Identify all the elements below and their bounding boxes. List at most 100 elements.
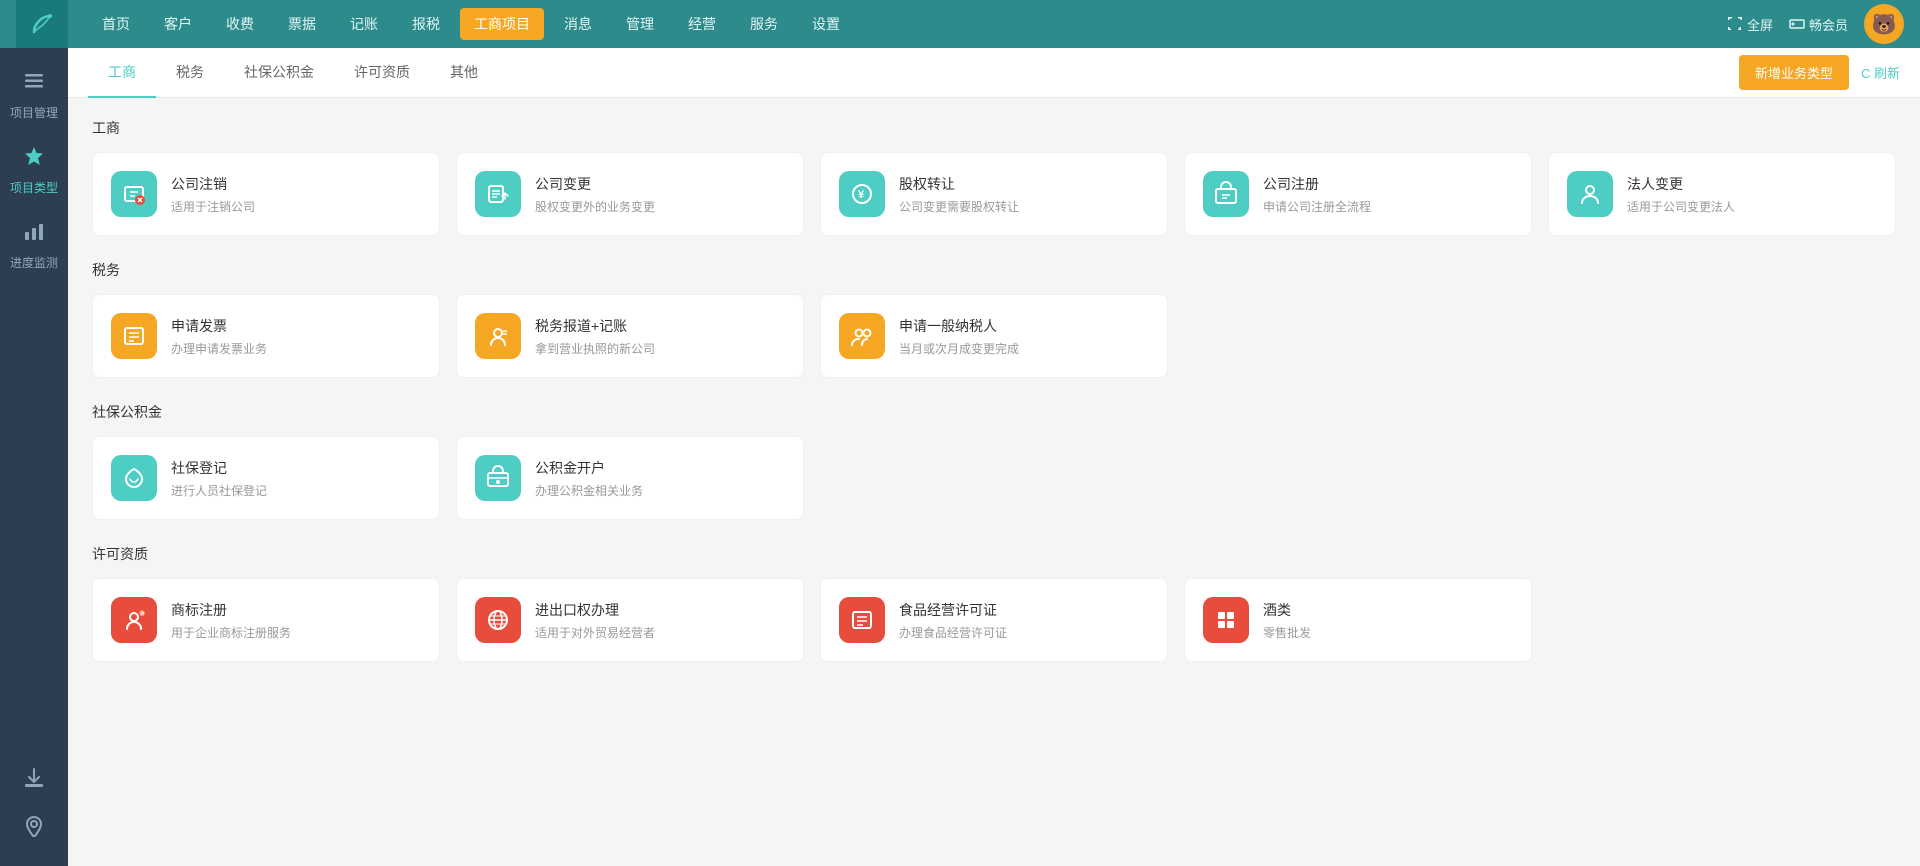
star-icon [23, 145, 45, 173]
nav-home[interactable]: 首页 [88, 8, 144, 40]
card-text-equity-transfer: 股权转让 公司变更需要股权转让 [899, 174, 1019, 215]
card-desc-import-export: 适用于对外贸易经营者 [535, 624, 655, 641]
fullscreen-btn[interactable]: 全屏 [1727, 15, 1773, 34]
card-title-import-export: 进出口权办理 [535, 600, 655, 620]
nav-invoice[interactable]: 票据 [274, 8, 330, 40]
download-icon[interactable] [14, 758, 54, 798]
tabs-actions: 新增业务类型 C 刷新 [1739, 55, 1900, 90]
card-icon-alcohol [1203, 597, 1249, 643]
tab-shuiwu[interactable]: 税务 [156, 48, 224, 98]
sidebar-item-progress[interactable]: 进度监测 [0, 208, 68, 283]
card-text-trademark: 商标注册 用于企业商标注册服务 [171, 600, 291, 641]
tab-xuke[interactable]: 许可资质 [334, 48, 430, 98]
card-company-cancel[interactable]: 公司注销 适用于注销公司 [92, 152, 440, 236]
cards-grid-shuiwu: 申请发票 办理申请发票业务 [92, 294, 1896, 378]
section-title-xuke: 许可资质 [92, 544, 1896, 564]
main-layout: 项目管理 项目类型 进度监测 [0, 48, 1920, 866]
card-text-general-taxpayer: 申请一般纳税人 当月或次月成变更完成 [899, 316, 1019, 357]
nav-tax[interactable]: 报税 [398, 8, 454, 40]
card-text-legal-change: 法人变更 适用于公司变更法人 [1627, 174, 1735, 215]
sidebar-item-project-type[interactable]: 项目类型 [0, 133, 68, 208]
card-general-taxpayer[interactable]: 申请一般纳税人 当月或次月成变更完成 [820, 294, 1168, 378]
card-text-food-license: 食品经营许可证 办理食品经营许可证 [899, 600, 1007, 641]
sidebar-item-project-manage[interactable]: 项目管理 [0, 58, 68, 133]
list-icon [23, 70, 45, 98]
card-icon-import-export [475, 597, 521, 643]
nav-operation[interactable]: 经营 [674, 8, 730, 40]
new-type-button[interactable]: 新增业务类型 [1739, 55, 1849, 90]
card-title-general-taxpayer: 申请一般纳税人 [899, 316, 1019, 336]
tab-shebao[interactable]: 社保公积金 [224, 48, 334, 98]
card-title-alcohol: 酒类 [1263, 600, 1311, 620]
nav-message[interactable]: 消息 [550, 8, 606, 40]
card-icon-apply-invoice [111, 313, 157, 359]
mascot-avatar[interactable]: 🐻 [1864, 4, 1904, 44]
card-title-company-cancel: 公司注销 [171, 174, 255, 194]
card-title-social-security: 社保登记 [171, 458, 267, 478]
location-icon[interactable] [14, 806, 54, 846]
tab-gongshang[interactable]: 工商 [88, 48, 156, 98]
card-desc-provident-fund: 办理公积金相关业务 [535, 482, 643, 499]
cards-grid-xuke: R 商标注册 用于企业商标注册服务 [92, 578, 1896, 662]
card-icon-company-cancel [111, 171, 157, 217]
nav-items: 首页 客户 收费 票据 记账 报税 工商项目 消息 管理 经营 服务 设置 [88, 8, 1727, 40]
nav-service[interactable]: 服务 [736, 8, 792, 40]
section-title-shuiwu: 税务 [92, 260, 1896, 280]
refresh-button[interactable]: C 刷新 [1861, 63, 1900, 82]
card-title-food-license: 食品经营许可证 [899, 600, 1007, 620]
card-tax-report[interactable]: 税务报道+记账 拿到营业执照的新公司 [456, 294, 804, 378]
card-apply-invoice[interactable]: 申请发票 办理申请发票业务 [92, 294, 440, 378]
nav-fee[interactable]: 收费 [212, 8, 268, 40]
chart-icon [23, 220, 45, 248]
sidebar-label-project-type: 项目类型 [10, 179, 58, 196]
card-desc-alcohol: 零售批发 [1263, 624, 1311, 641]
card-icon-provident-fund [475, 455, 521, 501]
card-company-change[interactable]: 公司变更 股权变更外的业务变更 [456, 152, 804, 236]
nav-business[interactable]: 工商项目 [460, 8, 544, 40]
card-food-license[interactable]: 食品经营许可证 办理食品经营许可证 [820, 578, 1168, 662]
card-text-provident-fund: 公积金开户 办理公积金相关业务 [535, 458, 643, 499]
card-icon-food-license [839, 597, 885, 643]
card-title-company-change: 公司变更 [535, 174, 655, 194]
card-company-register[interactable]: 公司注册 申请公司注册全流程 [1184, 152, 1532, 236]
card-equity-transfer[interactable]: ¥ 股权转让 公司变更需要股权转让 [820, 152, 1168, 236]
card-provident-fund[interactable]: 公积金开户 办理公积金相关业务 [456, 436, 804, 520]
nav-accounting[interactable]: 记账 [336, 8, 392, 40]
scroll-content[interactable]: 工商 [68, 98, 1920, 866]
card-desc-company-register: 申请公司注册全流程 [1263, 198, 1371, 215]
card-text-company-cancel: 公司注销 适用于注销公司 [171, 174, 255, 215]
card-text-social-security: 社保登记 进行人员社保登记 [171, 458, 267, 499]
card-text-tax-report: 税务报道+记账 拿到营业执照的新公司 [535, 316, 655, 357]
svg-text:¥: ¥ [858, 189, 865, 201]
card-title-trademark: 商标注册 [171, 600, 291, 620]
card-text-alcohol: 酒类 零售批发 [1263, 600, 1311, 641]
card-alcohol[interactable]: 酒类 零售批发 [1184, 578, 1532, 662]
card-text-import-export: 进出口权办理 适用于对外贸易经营者 [535, 600, 655, 641]
card-icon-company-register [1203, 171, 1249, 217]
card-title-apply-invoice: 申请发票 [171, 316, 267, 336]
card-title-equity-transfer: 股权转让 [899, 174, 1019, 194]
card-social-security[interactable]: 社保登记 进行人员社保登记 [92, 436, 440, 520]
card-desc-general-taxpayer: 当月或次月成变更完成 [899, 340, 1019, 357]
card-trademark[interactable]: R 商标注册 用于企业商标注册服务 [92, 578, 440, 662]
tab-other[interactable]: 其他 [430, 48, 498, 98]
card-import-export[interactable]: 进出口权办理 适用于对外贸易经营者 [456, 578, 804, 662]
vip-btn[interactable]: 畅会员 [1789, 15, 1848, 34]
sidebar-bottom [14, 758, 54, 866]
nav-settings[interactable]: 设置 [798, 8, 854, 40]
section-title-shebao: 社保公积金 [92, 402, 1896, 422]
section-shuiwu: 税务 申请发票 办理申请发票 [92, 260, 1896, 378]
card-text-apply-invoice: 申请发票 办理申请发票业务 [171, 316, 267, 357]
card-desc-company-change: 股权变更外的业务变更 [535, 198, 655, 215]
nav-customer[interactable]: 客户 [150, 8, 206, 40]
tabs-bar: 工商 税务 社保公积金 许可资质 其他 新增业务类型 C 刷新 [68, 48, 1920, 98]
card-legal-change[interactable]: 法人变更 适用于公司变更法人 [1548, 152, 1896, 236]
card-text-company-register: 公司注册 申请公司注册全流程 [1263, 174, 1371, 215]
section-shebao: 社保公积金 社保登记 进行人员社保登记 [92, 402, 1896, 520]
card-text-company-change: 公司变更 股权变更外的业务变更 [535, 174, 655, 215]
app-logo[interactable] [16, 0, 68, 48]
card-icon-social-security [111, 455, 157, 501]
card-icon-tax-report [475, 313, 521, 359]
nav-manage[interactable]: 管理 [612, 8, 668, 40]
section-title-gongshang: 工商 [92, 118, 1896, 138]
